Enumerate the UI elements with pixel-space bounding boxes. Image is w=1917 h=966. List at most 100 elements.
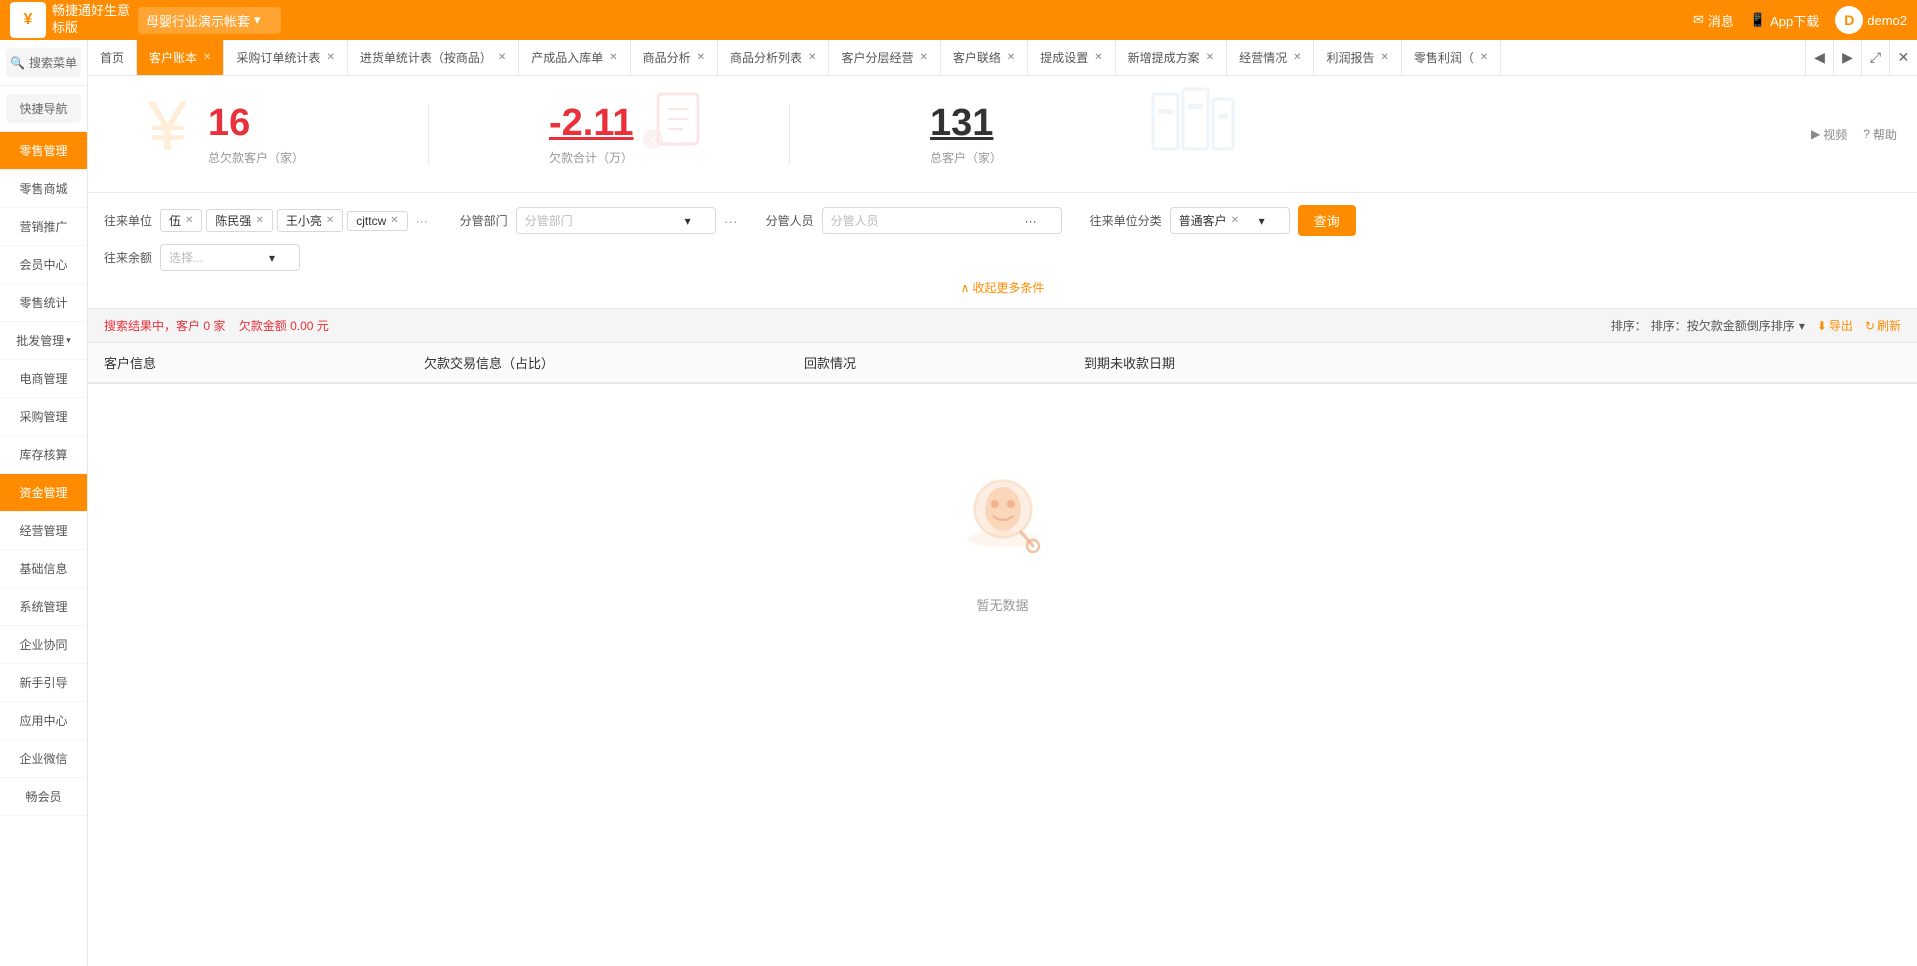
dept-label: 分管部门 xyxy=(460,212,508,229)
tag-remove-wang[interactable]: ✕ xyxy=(326,215,334,226)
empty-text: 暂无数据 xyxy=(976,595,1028,614)
sort-label: 排序： xyxy=(1611,317,1647,334)
tab-customer-tiered-ops[interactable]: 客户分层经营 ✕ xyxy=(829,40,940,76)
sidebar-search-area: 🔍 搜索菜单 xyxy=(0,40,87,86)
tab-close-icon[interactable]: ✕ xyxy=(697,52,705,63)
refresh-btn[interactable]: ↻ 刷新 xyxy=(1865,317,1901,334)
app-download-btn[interactable]: 📱 App下载 xyxy=(1750,11,1819,30)
user-avatar[interactable]: D demo2 xyxy=(1835,6,1907,34)
query-button[interactable]: 查询 xyxy=(1298,205,1356,236)
sidebar-item-system[interactable]: 系统管理 xyxy=(0,588,87,626)
sidebar-item-ecommerce[interactable]: 电商管理 xyxy=(0,360,87,398)
tab-purchase-order-stats[interactable]: 采购订单统计表 ✕ xyxy=(224,40,347,76)
sidebar-item-retail-stats[interactable]: 零售统计 xyxy=(0,284,87,322)
empty-icon xyxy=(953,464,1053,583)
tab-close-icon[interactable]: ✕ xyxy=(203,52,211,63)
tab-add-commission-plan[interactable]: 新增提成方案 ✕ xyxy=(1116,40,1227,76)
filter-area: 往来单位 伍 ✕ 陈民强 ✕ 王小亮 xyxy=(88,193,1917,309)
tab-close-icon[interactable]: ✕ xyxy=(498,52,506,63)
col-header-customer-info: 客户信息 xyxy=(104,353,424,372)
stat-overdue-total: -2.11 欠款合计（万） xyxy=(469,92,749,176)
sidebar-item-marketing[interactable]: 营销推广 xyxy=(0,208,87,246)
tab-close-icon[interactable]: ✕ xyxy=(1206,52,1214,63)
tab-customer-ledger[interactable]: 客户账本 ✕ xyxy=(137,40,224,76)
tab-close-icon[interactable]: ✕ xyxy=(1293,52,1301,63)
tab-close-icon[interactable]: ✕ xyxy=(1007,52,1015,63)
tab-product-analysis-list[interactable]: 商品分析列表 ✕ xyxy=(718,40,829,76)
messages-btn[interactable]: ✉ 消息 xyxy=(1693,11,1734,30)
tab-home[interactable]: 首页 xyxy=(88,40,137,76)
tab-production-inbound[interactable]: 产成品入库单 ✕ xyxy=(519,40,630,76)
sidebar-item-enterprise-wechat[interactable]: 企业微信 xyxy=(0,740,87,778)
tab-product-analysis[interactable]: 商品分析 ✕ xyxy=(631,40,718,76)
tab-profit-report[interactable]: 利润报告 ✕ xyxy=(1314,40,1401,76)
results-actions: 排序： 排序：按欠款金额倒序排序 ▾ ⬇ 导出 ↻ 刷新 xyxy=(1611,317,1901,334)
tab-close-icon[interactable]: ✕ xyxy=(1480,52,1488,63)
filter-tag-wu: 伍 ✕ xyxy=(160,209,202,232)
dept-select[interactable]: 分管部门 ▾ xyxy=(516,207,716,234)
sidebar-item-finance[interactable]: 资金管理 xyxy=(0,474,87,512)
sort-select[interactable]: 排序： 排序：按欠款金额倒序排序 ▾ xyxy=(1611,317,1805,334)
tag-remove-wu[interactable]: ✕ xyxy=(185,215,193,226)
balance-label: 往来余额 xyxy=(104,249,152,266)
sidebar-item-basic-info[interactable]: 基础信息 xyxy=(0,550,87,588)
stat-label-overdue-customers: 总欠款客户（家） xyxy=(208,149,304,166)
export-btn[interactable]: ⬇ 导出 xyxy=(1817,317,1853,334)
stats-bar-actions: ▶ 视频 ? 帮助 xyxy=(1811,126,1897,143)
sidebar-item-wholesale[interactable]: 批发管理 ▾ xyxy=(0,322,87,360)
balance-select[interactable]: 选择... ▾ xyxy=(160,244,300,271)
tab-customer-contact[interactable]: 客户联络 ✕ xyxy=(941,40,1028,76)
category-tag-remove[interactable]: ✕ xyxy=(1231,215,1239,226)
search-icon: 🔍 xyxy=(10,56,25,70)
tab-close-icon[interactable]: ✕ xyxy=(326,52,334,63)
search-menu-btn[interactable]: 🔍 搜索菜单 xyxy=(6,48,81,77)
category-select[interactable]: 普通客户 ✕ ▾ xyxy=(1170,207,1290,234)
quick-nav-btn[interactable]: 快捷导航 xyxy=(6,94,81,123)
video-btn[interactable]: ▶ 视频 xyxy=(1811,126,1847,143)
tab-commission-settings[interactable]: 提成设置 ✕ xyxy=(1028,40,1115,76)
stat-overdue-customers: 16 总欠款客户（家） xyxy=(108,92,388,176)
tab-close-icon[interactable]: ✕ xyxy=(609,52,617,63)
tab-close-icon[interactable]: ✕ xyxy=(919,52,927,63)
sidebar-item-purchasing[interactable]: 采购管理 xyxy=(0,398,87,436)
sidebar-item-member-center[interactable]: 会员中心 xyxy=(0,246,87,284)
stats-bar: ¥ 16 总欠款客户（家） xyxy=(88,76,1917,193)
tab-retail-profit[interactable]: 零售利润（ ✕ xyxy=(1402,40,1501,76)
tab-close-icon[interactable]: ✕ xyxy=(808,52,816,63)
tag-remove-chen[interactable]: ✕ xyxy=(255,215,263,226)
collapse-btn[interactable]: ∧ 收起更多条件 xyxy=(961,279,1045,296)
results-bar: 搜索结果中，客户 0 家 欠款金额 0.00 元 排序： 排序：按欠款金额倒序排… xyxy=(88,309,1917,343)
filter-more-btn[interactable]: ··· xyxy=(412,212,432,230)
tab-close-icon[interactable]: ✕ xyxy=(1094,52,1102,63)
tab-purchase-stats-by-product[interactable]: 进货单统计表（按商品） ✕ xyxy=(348,40,519,76)
tab-close-all-btn[interactable]: ✕ xyxy=(1889,40,1917,76)
download-icon: 📱 xyxy=(1750,12,1766,28)
col-header-due-date: 到期未收款日期 xyxy=(1084,353,1901,372)
tab-close-icon[interactable]: ✕ xyxy=(1381,52,1389,63)
tab-next-btn[interactable]: ▶ xyxy=(1833,40,1861,76)
tab-operations-overview[interactable]: 经营情况 ✕ xyxy=(1227,40,1314,76)
sidebar-item-new-guide[interactable]: 新手引导 xyxy=(0,664,87,702)
dept-filter-dots[interactable]: ··· xyxy=(724,213,738,229)
tag-remove-cjttcw[interactable]: ✕ xyxy=(390,215,398,226)
person-select[interactable]: 分管人员 ··· xyxy=(822,207,1062,234)
tab-fullscreen-btn[interactable]: ⤢ xyxy=(1861,40,1889,76)
sidebar-item-retail-mall[interactable]: 零售商城 xyxy=(0,170,87,208)
stat-label-overdue-total: 欠款合计（万） xyxy=(549,149,634,166)
sidebar-item-operation[interactable]: 经营管理 xyxy=(0,512,87,550)
filter-tag-wang: 王小亮 ✕ xyxy=(277,209,343,232)
tab-prev-btn[interactable]: ◀ xyxy=(1805,40,1833,76)
category-tag: 普通客户 ✕ xyxy=(1179,212,1239,229)
sidebar-item-retail-management[interactable]: 零售管理 xyxy=(0,132,87,170)
customer-count: 0 xyxy=(203,319,210,333)
table-header: 客户信息 欠款交易信息（占比） 回款情况 到期未收款日期 xyxy=(88,343,1917,384)
help-btn[interactable]: ? 帮助 xyxy=(1863,126,1897,143)
refresh-icon: ↻ xyxy=(1865,319,1875,333)
logo-icon: ¥ xyxy=(10,2,46,38)
sidebar-item-enterprise-collab[interactable]: 企业协同 xyxy=(0,626,87,664)
org-selector[interactable]: 母婴行业演示帐套 ▾ xyxy=(138,7,281,34)
person-label: 分管人员 xyxy=(766,212,814,229)
sidebar-item-inventory[interactable]: 库存核算 xyxy=(0,436,87,474)
sidebar-item-app-center[interactable]: 应用中心 xyxy=(0,702,87,740)
sidebar-item-member-app[interactable]: 畅会员 xyxy=(0,778,87,816)
